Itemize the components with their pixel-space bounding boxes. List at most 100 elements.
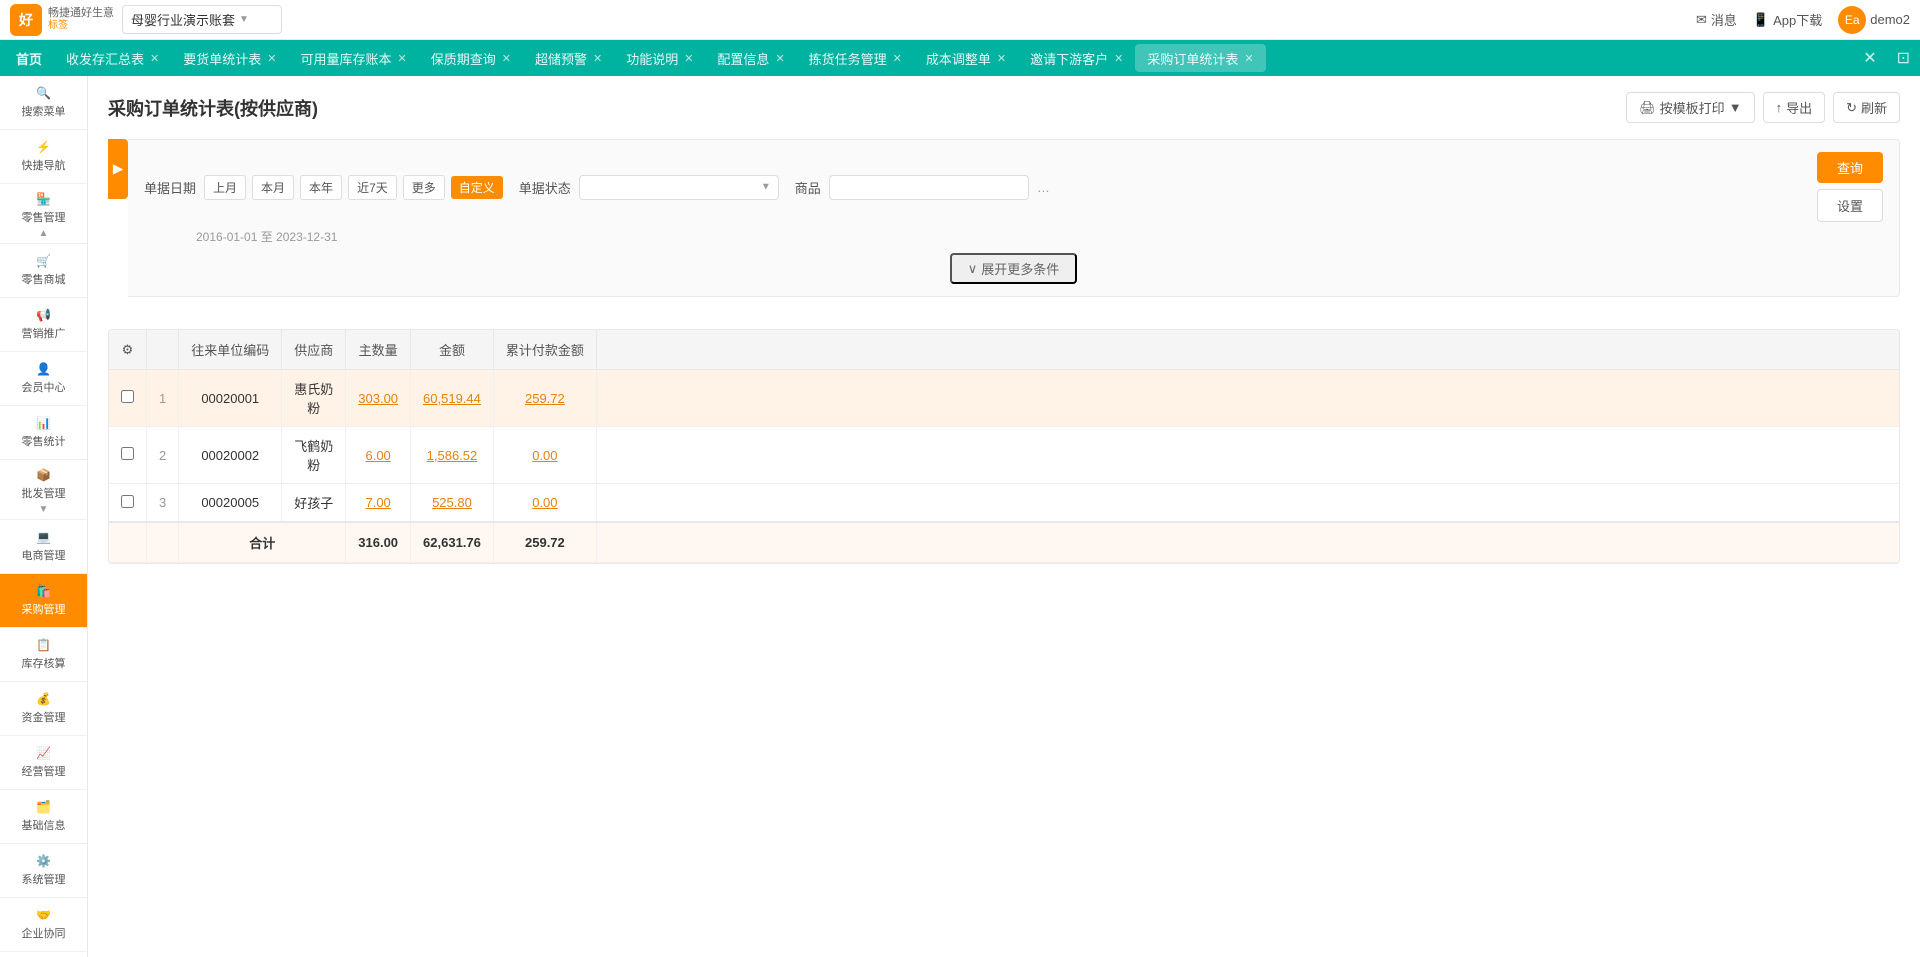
tab-chengben[interactable]: 成本调整单 ✕ [914, 44, 1018, 72]
td-paid-amount: 0.00 [493, 427, 596, 484]
close-icon[interactable]: ✕ [775, 52, 784, 65]
sidebar-item-basic-info[interactable]: 🗂️ 基础信息 [0, 790, 87, 844]
sidebar-item-member[interactable]: 👤 会员中心 [0, 352, 87, 406]
close-icon[interactable]: ✕ [1114, 52, 1123, 65]
template-print-button[interactable]: 🖨 按模板打印 ▼ [1626, 92, 1754, 123]
tab-jianhuo[interactable]: 拣货任务管理 ✕ [797, 44, 914, 72]
tab-home[interactable]: 首页 [4, 44, 54, 72]
close-icon[interactable]: ✕ [267, 52, 276, 65]
tab-yaoqing[interactable]: 邀请下游客户 ✕ [1018, 44, 1135, 72]
th-supplier-code: 往来单位编码 [179, 330, 282, 370]
sidebar-item-retail-mgmt[interactable]: 🏪 零售管理 ▲ [0, 184, 87, 244]
tab-peizhi[interactable]: 配置信息 ✕ [705, 44, 796, 72]
tab-yaohuo[interactable]: 要货单统计表 ✕ [171, 44, 288, 72]
retail-stats-icon: 📊 [36, 416, 51, 430]
date-btn-7days[interactable]: 近7天 [348, 175, 397, 200]
expand-icon: ▲ [39, 228, 49, 239]
tab-keyong[interactable]: 可用量库存账本 ✕ [288, 44, 418, 72]
nav-expand-button[interactable]: ⊡ [1891, 46, 1916, 70]
date-btn-last-month[interactable]: 上月 [204, 175, 246, 200]
td-checkbox[interactable] [109, 484, 147, 523]
sidebar-item-marketing[interactable]: 📢 营销推广 [0, 298, 87, 352]
print-icon: 🖨 [1639, 100, 1656, 116]
td-quantity: 303.00 [346, 370, 411, 427]
sidebar-item-wholesale[interactable]: 📦 批发管理 ▼ [0, 460, 87, 520]
date-btn-this-month[interactable]: 本月 [252, 175, 294, 200]
sidebar-item-purchase[interactable]: 🛍️ 采购管理 [0, 574, 87, 628]
row-checkbox[interactable] [121, 390, 134, 403]
main-layout: 🔍 搜索菜单 ⚡ 快捷导航 🏪 零售管理 ▲ 🛒 零售商城 📢 营销推广 👤 会… [0, 76, 1920, 957]
tf-label: 合计 [179, 522, 346, 563]
tab-caigou-active[interactable]: 采购订单统计表 ✕ [1135, 44, 1265, 72]
close-icon[interactable]: ✕ [150, 52, 159, 65]
td-checkbox[interactable] [109, 370, 147, 427]
td-amount: 1,586.52 [411, 427, 494, 484]
td-index: 2 [147, 427, 179, 484]
date-range-display: 2016-01-01 至 2023-12-31 [196, 228, 1883, 245]
export-button[interactable]: ↑ 导出 [1763, 92, 1826, 123]
data-table: ⚙ 往来单位编码 供应商 主数量 金额 累计付款金额 [109, 330, 1899, 563]
row-checkbox[interactable] [121, 447, 134, 460]
td-supplier-code: 00020005 [179, 484, 282, 523]
td-checkbox[interactable] [109, 427, 147, 484]
query-button[interactable]: 查询 [1817, 152, 1883, 183]
sidebar-item-quick-nav[interactable]: ⚡ 快捷导航 [0, 130, 87, 184]
th-quantity: 主数量 [346, 330, 411, 370]
tab-chaochu[interactable]: 超储预警 ✕ [523, 44, 614, 72]
retail-shop-icon: 🛒 [36, 254, 51, 268]
date-btn-this-year[interactable]: 本年 [300, 175, 342, 200]
td-quantity: 6.00 [346, 427, 411, 484]
td-supplier-code: 00020001 [179, 370, 282, 427]
close-icon[interactable]: ✕ [1244, 52, 1253, 65]
nav-close-button[interactable]: ✕ [1857, 46, 1882, 70]
page-header: 采购订单统计表(按供应商) 🖨 按模板打印 ▼ ↑ 导出 ↻ 刷新 [108, 92, 1900, 123]
goods-more-icon[interactable]: … [1037, 180, 1050, 195]
close-icon[interactable]: ✕ [684, 52, 693, 65]
settings-button[interactable]: 设置 [1817, 189, 1883, 222]
sidebar-item-retail-stats[interactable]: 📊 零售统计 [0, 406, 87, 460]
close-icon[interactable]: ✕ [893, 52, 902, 65]
page-title: 采购订单统计表(按供应商) [108, 95, 318, 121]
sidebar-item-ecommerce[interactable]: 💻 电商管理 [0, 520, 87, 574]
sidebar-item-finance[interactable]: 💰 资金管理 [0, 682, 87, 736]
goods-input[interactable] [829, 175, 1029, 200]
tab-baozhiqi[interactable]: 保质期查询 ✕ [419, 44, 523, 72]
close-icon[interactable]: ✕ [502, 52, 511, 65]
td-index: 3 [147, 484, 179, 523]
status-select[interactable] [579, 175, 779, 200]
sidebar-item-inventory[interactable]: 📋 库存核算 [0, 628, 87, 682]
sidebar-item-guide[interactable]: 🎯 新手引导 [0, 952, 87, 957]
td-amount: 60,519.44 [411, 370, 494, 427]
close-icon[interactable]: ✕ [593, 52, 602, 65]
sidebar-item-search[interactable]: 🔍 搜索菜单 [0, 76, 87, 130]
row-checkbox[interactable] [121, 495, 134, 508]
filter-toggle-button[interactable]: ▶ [108, 139, 128, 199]
header-actions: 🖨 按模板打印 ▼ ↑ 导出 ↻ 刷新 [1626, 92, 1900, 123]
close-icon[interactable]: ✕ [997, 52, 1006, 65]
refresh-button[interactable]: ↻ 刷新 [1833, 92, 1900, 123]
user-avatar[interactable]: Ea demo2 [1838, 6, 1910, 34]
filter-area: 单据日期 上月 本月 本年 近7天 更多 自定义 单据状态 [128, 139, 1900, 297]
th-settings[interactable]: ⚙ [109, 330, 147, 370]
retail-mgmt-icon: 🏪 [36, 192, 51, 206]
tab-gongneng[interactable]: 功能说明 ✕ [614, 44, 705, 72]
message-button[interactable]: ✉ 消息 [1696, 10, 1737, 29]
query-btn-area: 查询 设置 [1817, 152, 1883, 222]
system-icon: ⚙️ [36, 854, 51, 868]
app-download-button[interactable]: 📱 App下载 [1753, 10, 1822, 29]
close-icon[interactable]: ✕ [398, 52, 407, 65]
tab-shoufacun[interactable]: 收发存汇总表 ✕ [54, 44, 171, 72]
sidebar-item-retail-shop[interactable]: 🛒 零售商城 [0, 244, 87, 298]
td-quantity: 7.00 [346, 484, 411, 523]
workspace-selector[interactable]: 母婴行业演示账套 ▼ [122, 5, 282, 34]
sidebar-item-system[interactable]: ⚙️ 系统管理 [0, 844, 87, 898]
tf-extra [596, 522, 1899, 563]
expand-more-button[interactable]: ∨ 展开更多条件 [950, 253, 1078, 284]
sidebar-item-enterprise[interactable]: 🤝 企业协同 [0, 898, 87, 952]
td-supplier-name: 飞鹤奶粉 [282, 427, 346, 484]
sidebar-item-operations[interactable]: 📈 经营管理 [0, 736, 87, 790]
top-bar-right: ✉ 消息 📱 App下载 Ea demo2 [1696, 6, 1910, 34]
avatar: Ea [1838, 6, 1866, 34]
date-btn-more[interactable]: 更多 [403, 175, 445, 200]
expand-icon: ▼ [39, 504, 49, 515]
